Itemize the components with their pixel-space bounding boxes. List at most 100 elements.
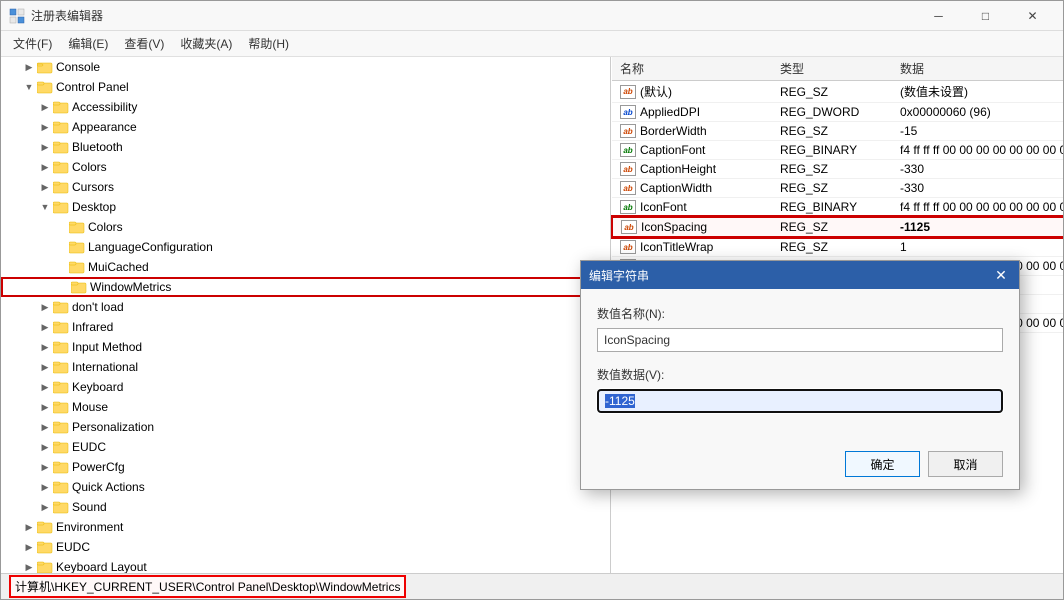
table-row[interactable]: ab BorderWidth REG_SZ-15: [612, 122, 1063, 141]
modal-label-data: 数值数据(V):: [597, 366, 1003, 383]
tree-label-desktop: Desktop: [72, 200, 116, 214]
close-button[interactable]: ✕: [1010, 4, 1055, 28]
modal-cancel-button[interactable]: 取消: [928, 451, 1003, 477]
table-row[interactable]: ab CaptionHeight REG_SZ-330: [612, 160, 1063, 179]
cell-type: REG_SZ: [772, 217, 892, 237]
cell-name: ab IconFont: [620, 200, 764, 214]
modal-value-name-input[interactable]: [597, 328, 1003, 352]
expander-keyboard: ▶: [37, 379, 53, 395]
menu-help[interactable]: 帮助(H): [240, 32, 297, 55]
tree-label-windowmetrics: WindowMetrics: [90, 280, 171, 294]
menu-file[interactable]: 文件(F): [5, 32, 60, 55]
tree-item-personalization[interactable]: ▶ Personalization: [1, 417, 610, 437]
tree-item-inputmethod[interactable]: ▶ Input Method: [1, 337, 610, 357]
table-row[interactable]: ab (默认) REG_SZ(数值未设置): [612, 81, 1063, 103]
tree-label-muicached: MuiCached: [88, 260, 149, 274]
modal-title-bar: 编辑字符串 ✕: [581, 261, 1019, 289]
tree-label-inputmethod: Input Method: [72, 340, 142, 354]
title-bar-controls: ─ □ ✕: [916, 4, 1055, 28]
modal-body: 数值名称(N): 数值数据(V):: [581, 289, 1019, 443]
tree-scroll[interactable]: ▶ Console ▼ Control Panel: [1, 57, 610, 573]
folder-icon-colors: [53, 159, 69, 175]
folder-icon-muicached: [69, 259, 85, 275]
tree-item-cursors[interactable]: ▶ Cursors: [1, 177, 610, 197]
cell-name: ab IconTitleWrap: [620, 240, 764, 254]
modal-value-data-input[interactable]: [597, 389, 1003, 413]
expander-accessibility: ▶: [37, 99, 53, 115]
minimize-button[interactable]: ─: [916, 4, 961, 28]
table-row[interactable]: ab CaptionFont REG_BINARYf4 ff ff ff 00 …: [612, 141, 1063, 160]
tree-item-mouse[interactable]: ▶ Mouse: [1, 397, 610, 417]
tree-item-bluetooth[interactable]: ▶ Bluetooth: [1, 137, 610, 157]
cell-name: ab CaptionFont: [620, 143, 764, 157]
tree-label-console: Console: [56, 60, 100, 74]
modal-close-button[interactable]: ✕: [991, 266, 1011, 284]
tree-label-eudc: EUDC: [56, 540, 90, 554]
tree-label-mouse: Mouse: [72, 400, 108, 414]
tree-item-desktop[interactable]: ▼ Desktop: [1, 197, 610, 217]
tree-item-quickactions[interactable]: ▶ Quick Actions: [1, 477, 610, 497]
tree-item-control-panel[interactable]: ▼ Control Panel: [1, 77, 610, 97]
menu-edit[interactable]: 编辑(E): [60, 32, 116, 55]
folder-icon-windowmetrics: [71, 279, 87, 295]
tree-item-dontload[interactable]: ▶ don't load: [1, 297, 610, 317]
tree-label-quickactions: Quick Actions: [72, 480, 145, 494]
folder-icon-mouse: [53, 399, 69, 415]
tree-label-eudc2: EUDC: [72, 440, 106, 454]
title-bar: 注册表编辑器 ─ □ ✕: [1, 1, 1063, 31]
tree-item-eudc2[interactable]: ▶ EUDC: [1, 437, 610, 457]
folder-icon-accessibility: [53, 99, 69, 115]
tree-item-languageconfiguration[interactable]: ▶ LanguageConfiguration: [1, 237, 610, 257]
col-header-type: 类型: [772, 57, 892, 81]
maximize-button[interactable]: □: [963, 4, 1008, 28]
tree-label-dontload: don't load: [72, 300, 124, 314]
cell-name: ab (默认): [620, 83, 764, 100]
folder-icon-keyboard: [53, 379, 69, 395]
reg-type-icon-dword: ab: [620, 105, 636, 119]
tree-label-powercfg: PowerCfg: [72, 460, 125, 474]
folder-icon-personalization: [53, 419, 69, 435]
tree-item-keyboardlayout[interactable]: ▶ Keyboard Layout: [1, 557, 610, 573]
cell-name-text: AppliedDPI: [640, 105, 700, 119]
table-row[interactable]: ab CaptionWidth REG_SZ-330: [612, 179, 1063, 198]
tree-item-windowmetrics[interactable]: ▶ WindowMetrics: [1, 277, 610, 297]
tree-item-console[interactable]: ▶ Console: [1, 57, 610, 77]
cell-type: REG_SZ: [772, 81, 892, 103]
tree-item-powercfg[interactable]: ▶ PowerCfg: [1, 457, 610, 477]
cell-name-text: BorderWidth: [640, 124, 707, 138]
tree-item-keyboard[interactable]: ▶ Keyboard: [1, 377, 610, 397]
table-row[interactable]: ab IconFont REG_BINARYf4 ff ff ff 00 00 …: [612, 198, 1063, 218]
table-row[interactable]: ab IconTitleWrap REG_SZ1: [612, 237, 1063, 257]
tree-item-environment[interactable]: ▶ Environment: [1, 517, 610, 537]
tree-item-appearance[interactable]: ▶ Appearance: [1, 117, 610, 137]
folder-icon-environment: [37, 519, 53, 535]
tree-item-infrared[interactable]: ▶ Infrared: [1, 317, 610, 337]
tree-item-muicached[interactable]: ▶ MuiCached: [1, 257, 610, 277]
expander-appearance: ▶: [37, 119, 53, 135]
table-row[interactable]: ab IconSpacing REG_SZ-1125: [612, 217, 1063, 237]
menu-view[interactable]: 查看(V): [116, 32, 172, 55]
expander-dontload: ▶: [37, 299, 53, 315]
cell-name: ab CaptionHeight: [620, 162, 764, 176]
tree-label-languageconfiguration: LanguageConfiguration: [88, 240, 213, 254]
folder-icon-control-panel: [37, 79, 53, 95]
expander-control-panel: ▼: [21, 79, 37, 95]
table-row[interactable]: ab AppliedDPI REG_DWORD0x00000060 (96): [612, 103, 1063, 122]
modal-ok-button[interactable]: 确定: [845, 451, 920, 477]
cell-data: f4 ff ff ff 00 00 00 00 00 00 00 0: [892, 141, 1063, 160]
tree-item-international[interactable]: ▶ International: [1, 357, 610, 377]
reg-type-icon-sz: ab: [621, 220, 637, 234]
tree-item-accessibility[interactable]: ▶ Accessibility: [1, 97, 610, 117]
cell-data: f4 ff ff ff 00 00 00 00 00 00 00 0: [892, 198, 1063, 218]
tree-item-desktop-colors[interactable]: ▶ Colors: [1, 217, 610, 237]
modal-title: 编辑字符串: [589, 267, 649, 284]
folder-icon-powercfg: [53, 459, 69, 475]
cell-name: ab BorderWidth: [620, 124, 764, 138]
expander-bluetooth: ▶: [37, 139, 53, 155]
menu-favorites[interactable]: 收藏夹(A): [172, 32, 240, 55]
tree-item-colors[interactable]: ▶ Colors: [1, 157, 610, 177]
folder-icon-eudc: [37, 539, 53, 555]
tree-item-sound[interactable]: ▶ Sound: [1, 497, 610, 517]
col-header-data: 数据: [892, 57, 1063, 81]
tree-item-eudc[interactable]: ▶ EUDC: [1, 537, 610, 557]
